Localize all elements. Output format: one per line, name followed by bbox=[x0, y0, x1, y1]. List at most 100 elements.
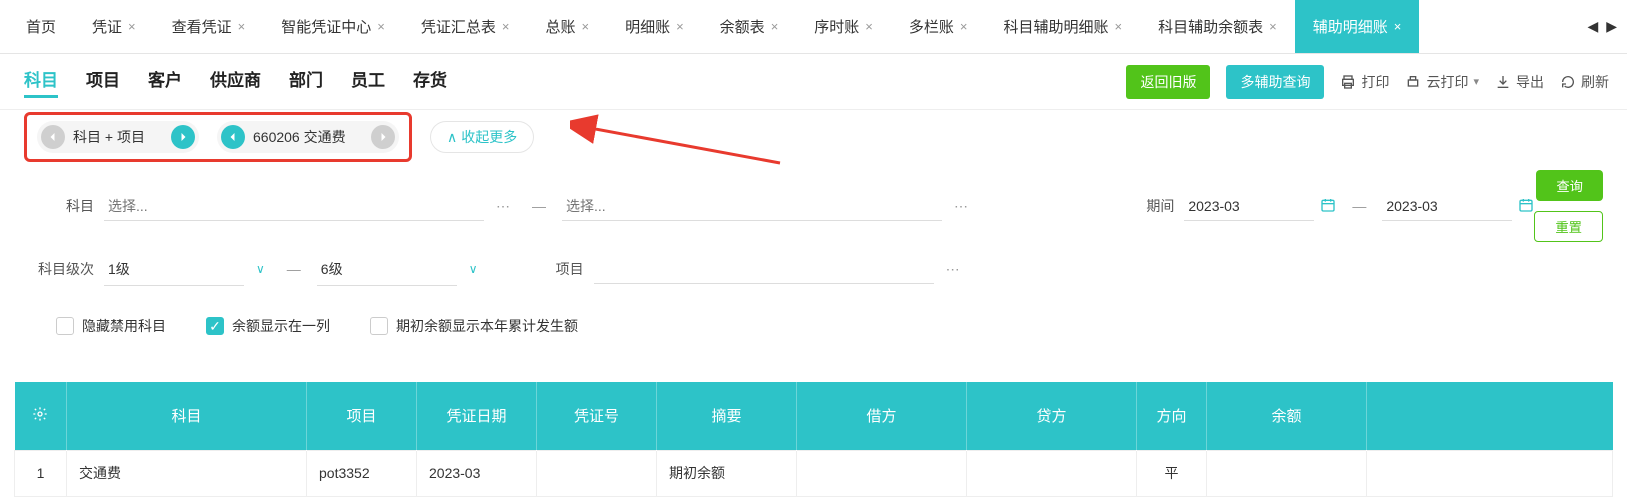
cloud-print-icon bbox=[1405, 74, 1421, 90]
export-icon bbox=[1495, 74, 1511, 90]
cell-direction: 平 bbox=[1137, 450, 1207, 496]
tab-voucher[interactable]: 凭证× bbox=[74, 0, 154, 53]
check-row: 隐藏禁用科目 ✓ 余额显示在一列 期初余额显示本年累计发生额 bbox=[24, 296, 1603, 342]
period-to-input[interactable]: 2023-03 bbox=[1382, 192, 1512, 221]
chevron-down-icon[interactable]: ∨ bbox=[463, 262, 484, 276]
reset-button[interactable]: 重置 bbox=[1534, 211, 1603, 242]
close-icon[interactable]: × bbox=[865, 19, 873, 34]
subject-pill[interactable]: 660206 交通费 bbox=[217, 121, 399, 153]
tab-detail-ledger[interactable]: 明细账× bbox=[607, 0, 702, 53]
tab-balance[interactable]: 余额表× bbox=[702, 0, 797, 53]
tab-nav-left-icon[interactable]: ◀ bbox=[1587, 18, 1598, 35]
subnav: 科目 项目 客户 供应商 部门 员工 存货 bbox=[24, 66, 447, 98]
filter-row-1: 科目 ⋯ — ⋯ 期间 2023-03 — 2023-03 查询 重置 bbox=[24, 170, 1603, 242]
close-icon[interactable]: × bbox=[128, 19, 136, 34]
close-icon[interactable]: × bbox=[771, 19, 779, 34]
dimension-pill[interactable]: 科目 + 项目 bbox=[37, 121, 199, 153]
print-button[interactable]: 打印 bbox=[1340, 72, 1389, 92]
close-icon[interactable]: × bbox=[676, 19, 684, 34]
col-extra bbox=[1367, 382, 1613, 450]
tab-nav-right-icon[interactable]: ▶ bbox=[1606, 18, 1617, 35]
tab-multi-column[interactable]: 多栏账× bbox=[891, 0, 986, 53]
close-icon[interactable]: × bbox=[960, 19, 968, 34]
subnav-customer[interactable]: 客户 bbox=[148, 66, 182, 98]
col-voucher: 凭证号 bbox=[537, 382, 657, 450]
close-icon[interactable]: × bbox=[502, 19, 510, 34]
subnav-subject[interactable]: 科目 bbox=[24, 66, 58, 98]
more-icon[interactable]: ⋯ bbox=[940, 261, 966, 278]
subject-label: 科目 bbox=[24, 196, 104, 216]
collapse-more-button[interactable]: ∧ 收起更多 bbox=[430, 121, 534, 153]
col-direction: 方向 bbox=[1137, 382, 1207, 450]
chevron-up-icon: ∧ bbox=[447, 129, 457, 146]
tab-general-ledger[interactable]: 总账× bbox=[527, 0, 607, 53]
subnav-department[interactable]: 部门 bbox=[289, 66, 323, 98]
tab-subject-aux-detail[interactable]: 科目辅助明细账× bbox=[986, 0, 1141, 53]
tab-journal[interactable]: 序时账× bbox=[796, 0, 891, 53]
table-header-row: 科目 项目 凭证日期 凭证号 摘要 借方 贷方 方向 余额 bbox=[15, 382, 1613, 450]
col-date: 凭证日期 bbox=[417, 382, 537, 450]
back-old-button[interactable]: 返回旧版 bbox=[1126, 65, 1210, 99]
cell-subject: 交通费 bbox=[67, 450, 307, 496]
query-button[interactable]: 查询 bbox=[1536, 170, 1603, 201]
subnav-employee[interactable]: 员工 bbox=[351, 66, 385, 98]
calendar-icon[interactable] bbox=[1320, 197, 1336, 216]
calendar-icon[interactable] bbox=[1518, 197, 1534, 216]
result-table: 科目 项目 凭证日期 凭证号 摘要 借方 贷方 方向 余额 1 交通费 pot3… bbox=[0, 362, 1627, 497]
tab-home[interactable]: 首页 bbox=[8, 0, 74, 53]
refresh-button[interactable]: 刷新 bbox=[1560, 72, 1609, 92]
multi-aux-button[interactable]: 多辅助查询 bbox=[1226, 65, 1324, 99]
tab-subject-aux-balance[interactable]: 科目辅助余额表× bbox=[1140, 0, 1295, 53]
level-label: 科目级次 bbox=[24, 259, 104, 279]
cloud-print-button[interactable]: 云打印 ▾ bbox=[1405, 72, 1479, 92]
hide-disabled-check[interactable]: 隐藏禁用科目 bbox=[56, 316, 166, 336]
cell-balance bbox=[1207, 450, 1367, 496]
col-debit: 借方 bbox=[797, 382, 967, 450]
chevron-right-icon[interactable] bbox=[171, 125, 195, 149]
close-icon[interactable]: × bbox=[377, 19, 385, 34]
tab-smart-voucher[interactable]: 智能凭证中心× bbox=[263, 0, 403, 53]
tab-view-voucher[interactable]: 查看凭证× bbox=[154, 0, 264, 53]
balance-one-column-check[interactable]: ✓ 余额显示在一列 bbox=[206, 316, 330, 336]
chevron-down-icon[interactable]: ∨ bbox=[250, 262, 271, 276]
col-summary: 摘要 bbox=[657, 382, 797, 450]
action-col: 查询 重置 bbox=[1534, 170, 1603, 242]
subrow: 科目 项目 客户 供应商 部门 员工 存货 返回旧版 多辅助查询 打印 云打印 … bbox=[0, 54, 1627, 110]
tab-bar: 首页 凭证× 查看凭证× 智能凭证中心× 凭证汇总表× 总账× 明细账× 余额表… bbox=[0, 0, 1627, 54]
chevron-left-icon[interactable] bbox=[41, 125, 65, 149]
subnav-project[interactable]: 项目 bbox=[86, 66, 120, 98]
subnav-supplier[interactable]: 供应商 bbox=[210, 66, 261, 98]
more-icon[interactable]: ⋯ bbox=[948, 198, 974, 215]
export-button[interactable]: 导出 bbox=[1495, 72, 1544, 92]
table-row[interactable]: 1 交通费 pot3352 2023-03 期初余额 平 bbox=[15, 450, 1613, 496]
tab-voucher-summary[interactable]: 凭证汇总表× bbox=[403, 0, 528, 53]
level-to-select[interactable]: 6级 bbox=[317, 253, 457, 286]
project-input[interactable] bbox=[594, 255, 934, 284]
tab-nav: ◀ ▶ bbox=[1587, 0, 1627, 53]
subnav-inventory[interactable]: 存货 bbox=[413, 66, 447, 98]
highlight-box: 科目 + 项目 660206 交通费 bbox=[24, 112, 412, 162]
subject-from-input[interactable] bbox=[104, 192, 484, 221]
opening-ytd-check[interactable]: 期初余额显示本年累计发生额 bbox=[370, 316, 578, 336]
close-icon[interactable]: × bbox=[238, 19, 246, 34]
close-icon[interactable]: × bbox=[1394, 19, 1402, 34]
close-icon[interactable]: × bbox=[581, 19, 589, 34]
gear-icon[interactable] bbox=[32, 409, 48, 426]
col-balance: 余额 bbox=[1207, 382, 1367, 450]
chevron-right-icon[interactable] bbox=[371, 125, 395, 149]
chevron-left-icon[interactable] bbox=[221, 125, 245, 149]
cell-index: 1 bbox=[15, 450, 67, 496]
filter-row-2: 科目级次 1级 ∨ — 6级 ∨ 项目 ⋯ bbox=[24, 242, 1603, 296]
tab-aux-detail[interactable]: 辅助明细账× bbox=[1295, 0, 1420, 53]
close-icon[interactable]: × bbox=[1115, 19, 1123, 34]
close-icon[interactable]: × bbox=[1269, 19, 1277, 34]
period-from-input[interactable]: 2023-03 bbox=[1184, 192, 1314, 221]
cell-debit bbox=[797, 450, 967, 496]
subject-to-input[interactable] bbox=[562, 192, 942, 221]
range-dash: — bbox=[277, 261, 311, 277]
more-icon[interactable]: ⋯ bbox=[490, 198, 516, 215]
chevron-down-icon: ▾ bbox=[1473, 75, 1479, 88]
col-credit: 贷方 bbox=[967, 382, 1137, 450]
checkbox-icon: ✓ bbox=[206, 317, 224, 335]
level-from-select[interactable]: 1级 bbox=[104, 253, 244, 286]
